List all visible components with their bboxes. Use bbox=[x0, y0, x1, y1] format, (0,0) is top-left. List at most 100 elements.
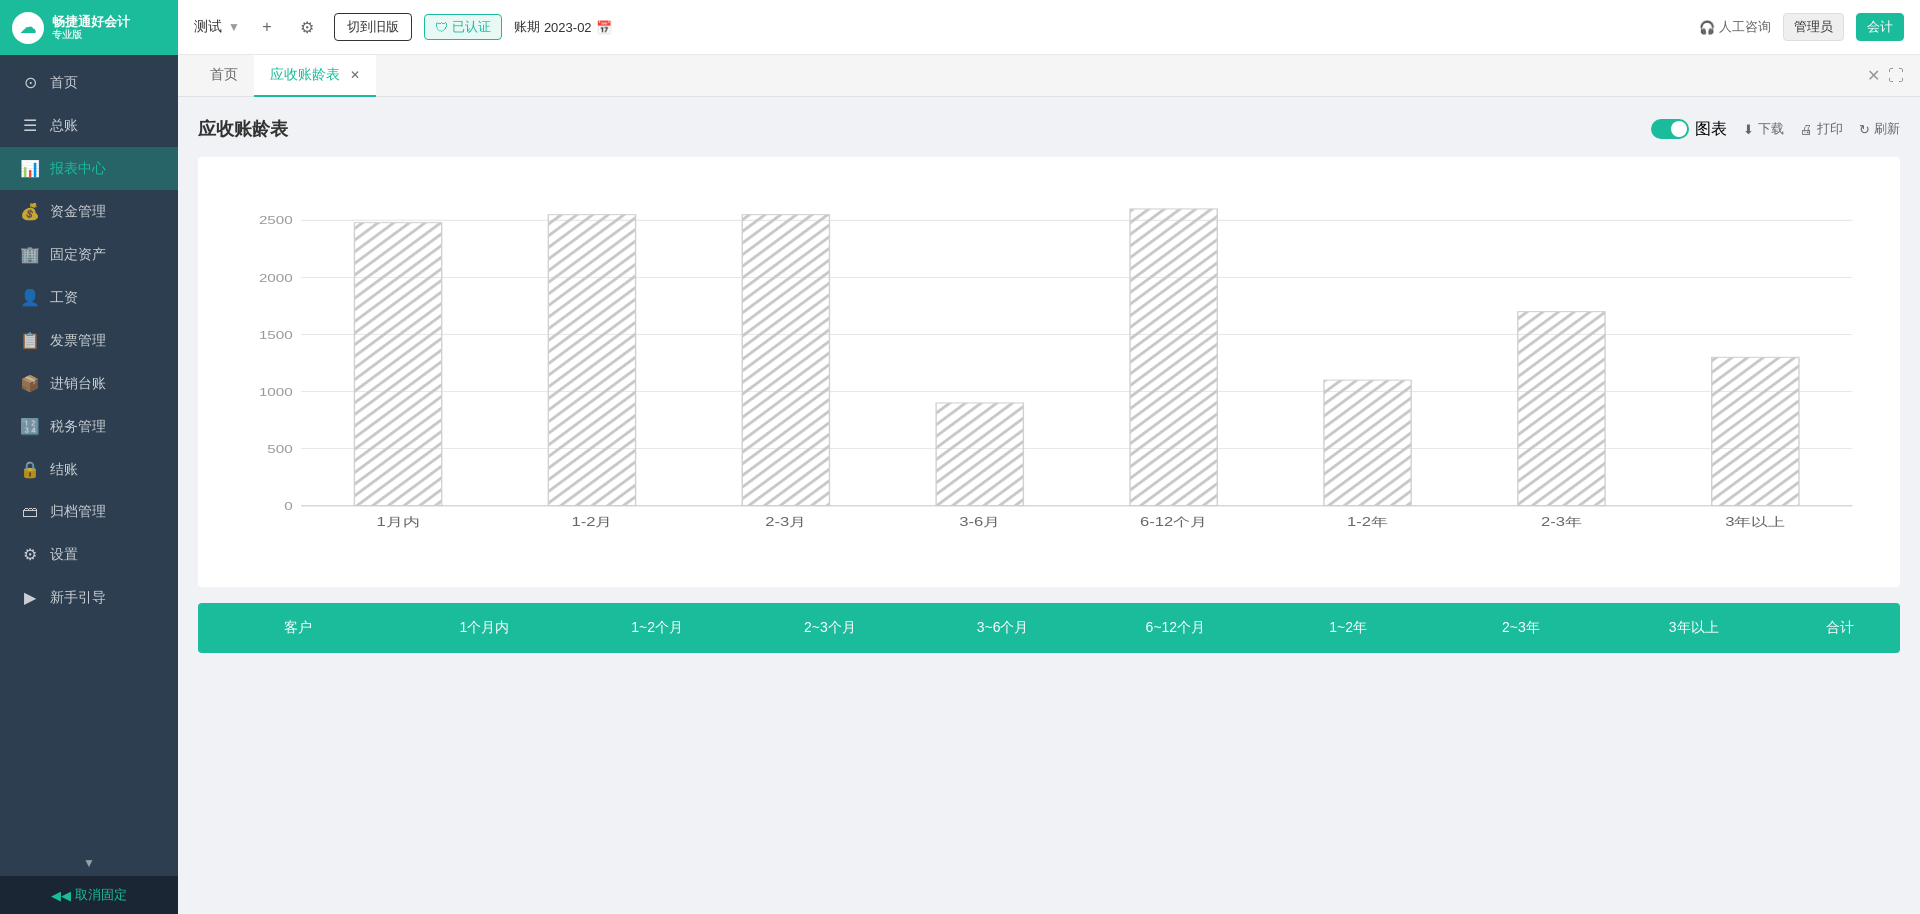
svg-rect-22 bbox=[548, 215, 635, 506]
table-header-2: 1~2个月 bbox=[571, 603, 744, 653]
shield-icon: 🛡 bbox=[435, 20, 448, 35]
topbar-right: 🎧 人工咨询 管理员 会计 bbox=[1699, 13, 1904, 41]
sidebar-item-closing[interactable]: 🔒 结账 bbox=[0, 448, 178, 491]
svg-text:2-3月: 2-3月 bbox=[765, 515, 806, 528]
nav-icon-archive: 🗃 bbox=[20, 503, 40, 521]
tabbar-expand-icon[interactable]: ⛶ bbox=[1888, 67, 1904, 85]
sidebar-item-assets[interactable]: 🏢 固定资产 bbox=[0, 233, 178, 276]
logo-line2: 专业版 bbox=[52, 29, 130, 41]
nav-label-funds: 资金管理 bbox=[50, 203, 106, 221]
nav-label-assets: 固定资产 bbox=[50, 246, 106, 264]
svg-rect-20 bbox=[354, 223, 441, 506]
table-header-4: 3~6个月 bbox=[916, 603, 1089, 653]
nav-label-tax: 税务管理 bbox=[50, 418, 106, 436]
print-icon: 🖨 bbox=[1800, 122, 1813, 137]
sidebar-item-tax[interactable]: 🔢税务管理 bbox=[0, 405, 178, 448]
bar-chart: 050010001500200025001月内1-2月2-3月3-6月6-12个… bbox=[218, 177, 1880, 557]
tab-ar-aging[interactable]: 应收账龄表✕ bbox=[254, 55, 376, 97]
accountant-button[interactable]: 会计 bbox=[1856, 13, 1904, 41]
download-button[interactable]: ⬇ 下载 bbox=[1743, 120, 1784, 138]
svg-rect-32 bbox=[1518, 312, 1605, 506]
nav-label-wages: 工资 bbox=[50, 289, 78, 307]
page-toolbar: 图表 ⬇ 下载 🖨 打印 ↻ 刷新 bbox=[1651, 119, 1900, 140]
tabbar-right: ✕ ⛶ bbox=[1867, 66, 1904, 85]
svg-text:2500: 2500 bbox=[259, 214, 293, 227]
sidebar-item-settings[interactable]: ⚙设置 bbox=[0, 533, 178, 576]
page-title: 应收账龄表 bbox=[198, 117, 288, 141]
table-header-9: 合计 bbox=[1780, 603, 1900, 653]
svg-text:1-2年: 1-2年 bbox=[1347, 515, 1388, 528]
settings-button[interactable]: ⚙ bbox=[292, 12, 322, 42]
svg-text:3年以上: 3年以上 bbox=[1725, 515, 1785, 528]
refresh-icon: ↻ bbox=[1859, 122, 1870, 137]
table-header-6: 1~2年 bbox=[1262, 603, 1435, 653]
chart-container: 050010001500200025001月内1-2月2-3月3-6月6-12个… bbox=[218, 177, 1880, 557]
dropdown-arrow-icon: ▼ bbox=[228, 20, 240, 34]
cancel-fixed-icon: ◀◀ bbox=[51, 888, 71, 903]
tab-label-home: 首页 bbox=[210, 66, 238, 84]
table-header-3: 2~3个月 bbox=[744, 603, 917, 653]
refresh-button[interactable]: ↻ 刷新 bbox=[1859, 120, 1900, 138]
svg-text:3-6月: 3-6月 bbox=[959, 515, 1000, 528]
settings-icon: ⚙ bbox=[300, 18, 314, 37]
nav-label-purchase: 进销台账 bbox=[50, 375, 106, 393]
nav-icon-closing: 🔒 bbox=[20, 460, 40, 479]
sidebar-item-home[interactable]: ⊙ 首页 bbox=[0, 61, 178, 104]
sidebar-item-ledger[interactable]: ☰总账 bbox=[0, 104, 178, 147]
table-header-8: 3年以上 bbox=[1607, 603, 1780, 653]
add-button[interactable]: + bbox=[252, 12, 282, 42]
period-display: 账期 2023-02 📅 bbox=[514, 18, 612, 36]
sidebar-item-purchase[interactable]: 📦 进销台账 bbox=[0, 362, 178, 405]
nav-label-invoice: 发票管理 bbox=[50, 332, 106, 350]
tabbar: 首页应收账龄表✕ ✕ ⛶ bbox=[178, 55, 1920, 97]
nav-icon-reports: 📊 bbox=[20, 159, 40, 178]
nav-icon-newbie: ▶ bbox=[20, 588, 40, 607]
tab-close-ar-aging[interactable]: ✕ bbox=[350, 68, 360, 82]
table-header-0: 客户 bbox=[198, 603, 398, 653]
page-content: 应收账龄表 图表 ⬇ 下载 🖨 打印 ↻ 刷新 bbox=[178, 97, 1920, 914]
nav-label-home: 首页 bbox=[50, 74, 78, 92]
sidebar-item-invoice[interactable]: 📋发票管理 bbox=[0, 319, 178, 362]
table-card: 客户1个月内1~2个月2~3个月3~6个月6~12个月1~2年2~3年3年以上合… bbox=[198, 603, 1900, 653]
sidebar-item-newbie[interactable]: ▶新手引导 bbox=[0, 576, 178, 619]
calendar-icon[interactable]: 📅 bbox=[596, 20, 612, 35]
nav-icon-wages: 👤 bbox=[20, 288, 40, 307]
project-selector[interactable]: 测试 ▼ bbox=[194, 18, 240, 36]
nav-icon-settings: ⚙ bbox=[20, 545, 40, 564]
cancel-fixed-button[interactable]: ◀◀ 取消固定 bbox=[0, 876, 178, 914]
nav-label-closing: 结账 bbox=[50, 461, 78, 479]
nav-label-reports: 报表中心 bbox=[50, 160, 106, 178]
svg-text:1500: 1500 bbox=[259, 328, 293, 341]
sidebar-item-funds[interactable]: 💰资金管理 bbox=[0, 190, 178, 233]
print-button[interactable]: 🖨 打印 bbox=[1800, 120, 1843, 138]
chart-card: 050010001500200025001月内1-2月2-3月3-6月6-12个… bbox=[198, 157, 1900, 587]
topbar: 测试 ▼ + ⚙ 切到旧版 🛡 已认证 账期 2023-02 📅 🎧 人工咨询 bbox=[178, 0, 1920, 55]
tabbar-close-icon[interactable]: ✕ bbox=[1867, 66, 1880, 85]
consult-button[interactable]: 🎧 人工咨询 bbox=[1699, 18, 1771, 36]
main-area: 测试 ▼ + ⚙ 切到旧版 🛡 已认证 账期 2023-02 📅 🎧 人工咨询 bbox=[178, 0, 1920, 914]
nav-label-archive: 归档管理 bbox=[50, 503, 106, 521]
nav-icon-home: ⊙ bbox=[20, 73, 40, 92]
svg-text:1000: 1000 bbox=[259, 386, 293, 399]
verified-badge: 🛡 已认证 bbox=[424, 14, 502, 40]
svg-text:2-3年: 2-3年 bbox=[1541, 515, 1582, 528]
sidebar: ☁ 畅捷通好会计 专业版 ⊙首页☰总账📊报表中心💰资金管理🏢固定资产👤工资📋发票… bbox=[0, 0, 178, 914]
tab-home[interactable]: 首页 bbox=[194, 55, 254, 97]
chart-toggle[interactable] bbox=[1651, 119, 1689, 139]
svg-rect-34 bbox=[1712, 357, 1799, 505]
sidebar-scroll-down[interactable]: ▼ bbox=[0, 850, 178, 876]
topbar-actions: + ⚙ bbox=[252, 12, 322, 42]
svg-rect-28 bbox=[1130, 209, 1217, 506]
logo-icon: ☁ bbox=[12, 12, 44, 44]
nav-icon-purchase: 📦 bbox=[20, 374, 40, 393]
nav-icon-ledger: ☰ bbox=[20, 116, 40, 135]
sidebar-item-archive[interactable]: 🗃 归档管理 bbox=[0, 491, 178, 533]
svg-text:0: 0 bbox=[284, 500, 292, 513]
old-version-button[interactable]: 切到旧版 bbox=[334, 13, 412, 41]
table-header: 客户1个月内1~2个月2~3个月3~6个月6~12个月1~2年2~3年3年以上合… bbox=[198, 603, 1900, 653]
sidebar-item-wages[interactable]: 👤 工资 bbox=[0, 276, 178, 319]
svg-text:1-2月: 1-2月 bbox=[571, 515, 612, 528]
sidebar-item-reports[interactable]: 📊 报表中心 bbox=[0, 147, 178, 190]
nav-icon-assets: 🏢 bbox=[20, 245, 40, 264]
manager-button[interactable]: 管理员 bbox=[1783, 13, 1844, 41]
